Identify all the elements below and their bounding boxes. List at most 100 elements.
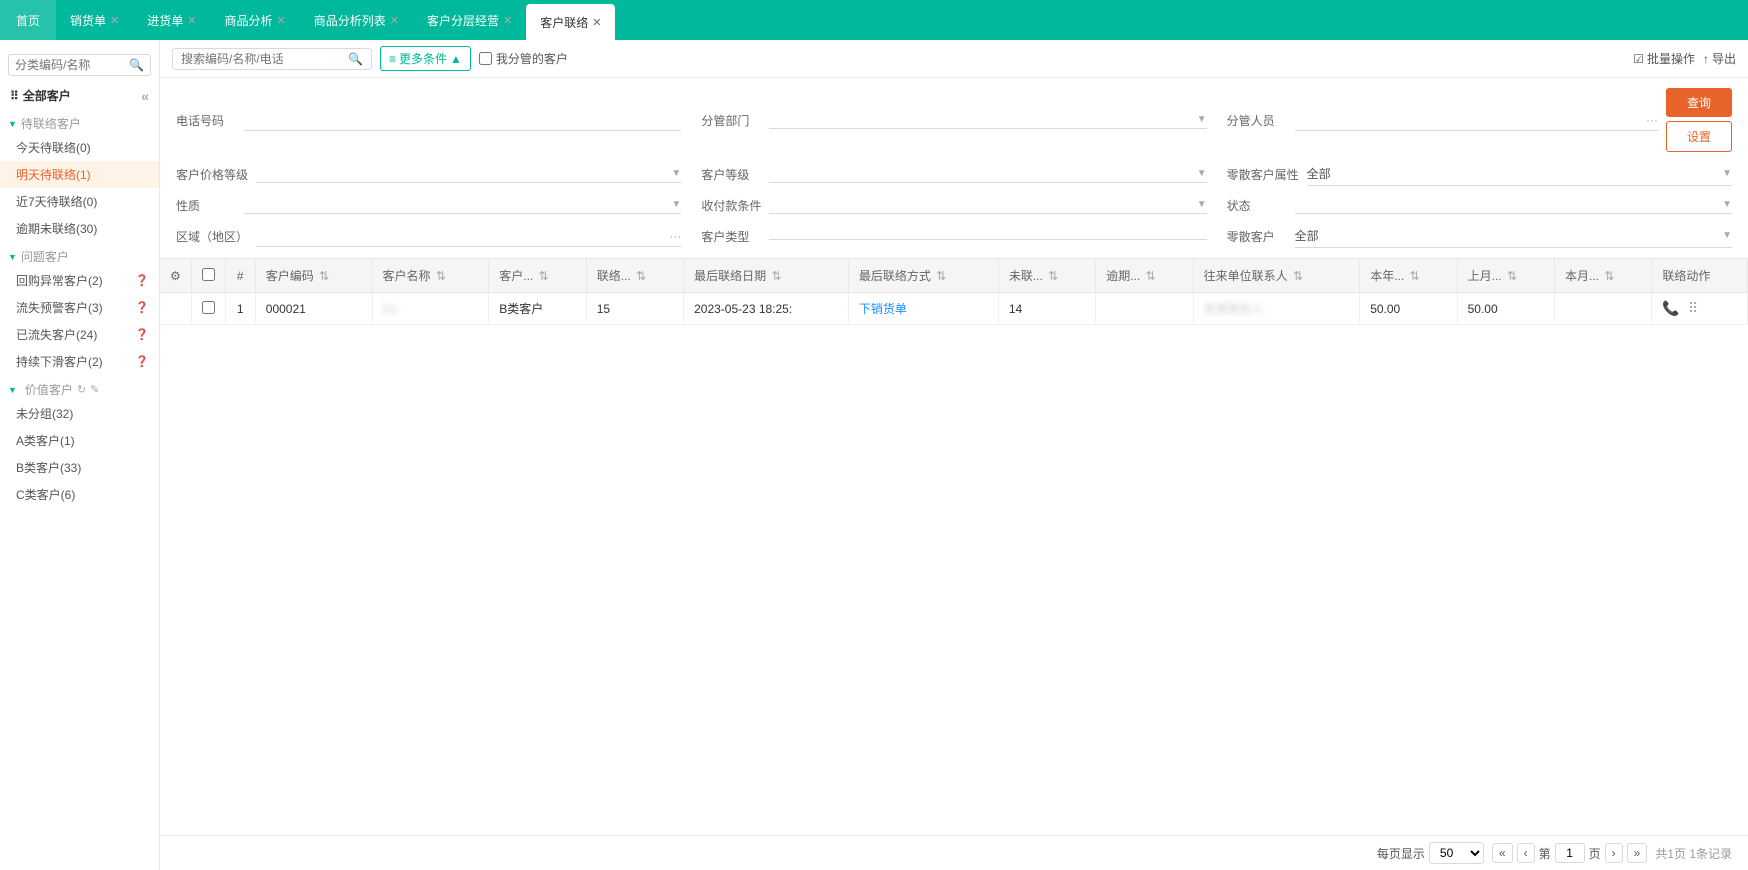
retail-caret-icon: ▼ [1722,230,1732,241]
sort-icon-unit[interactable]: ⇅ [1293,269,1303,283]
filter-customer-type-label: 客户类型 [701,228,761,245]
sidebar-item-b-class[interactable]: B类客户(33) [0,454,159,481]
sort-icon-name[interactable]: ⇅ [436,269,446,283]
nav-customer-contact-close[interactable]: ✕ [592,16,601,29]
nav-purchase[interactable]: 进货单 ✕ [133,0,210,40]
nav-sales-close[interactable]: ✕ [110,14,119,27]
filter-retail-attr-label: 零散客户属性 [1227,166,1299,183]
sidebar-item-a-class[interactable]: A类客户(1) [0,427,159,454]
filter-retail-attr-select[interactable]: 全部 ▼ [1307,162,1732,186]
my-customers-checkbox[interactable] [479,52,492,65]
prev-page-btn[interactable]: ‹ [1517,843,1535,863]
more-filter-btn[interactable]: ≡ 更多条件 ▲ [380,46,471,71]
nav-analysis-list-close[interactable]: ✕ [390,14,399,27]
page-input[interactable] [1555,843,1585,863]
my-customers-checkbox-label[interactable]: 我分管的客户 [479,50,568,67]
next-page-btn[interactable]: › [1605,843,1623,863]
filter-gender-select[interactable]: ▼ [244,196,681,214]
sort-icon-no-contact[interactable]: ⇅ [1048,269,1058,283]
last-page-btn[interactable]: » [1627,843,1648,863]
value-edit-icon[interactable]: ✎ [90,383,99,396]
sidebar-all-customers[interactable]: ⠿ 全部客户 « [0,82,159,109]
nav-analysis-list-label: 商品分析列表 [314,12,386,29]
filter-person-row: 分管人员 ··· 查询 设置 [1227,88,1732,152]
sidebar-item-declining[interactable]: 持续下滑客户(2) ❓ [0,348,159,375]
filter-dept-row: 分管部门 ▼ [701,88,1206,152]
filter-dept-select[interactable]: ▼ [769,111,1206,129]
sidebar-item-ungrouped[interactable]: 未分组(32) [0,400,159,427]
sidebar-item-churn-warning[interactable]: 流失预警客户(3) ❓ [0,294,159,321]
settings-icon[interactable]: ⚙ [170,269,181,283]
search-icon[interactable]: 🔍 [348,52,363,66]
first-page-btn[interactable]: « [1492,843,1513,863]
nav-purchase-close[interactable]: ✕ [187,14,196,27]
filter-area-select[interactable]: ··· [256,226,681,247]
batch-btn[interactable]: ☑ 批量操作 [1633,50,1695,67]
query-btn[interactable]: 查询 [1666,88,1732,117]
nav-analysis-close[interactable]: ✕ [277,14,286,27]
th-last-date: 最后联络日期 ⇅ [684,259,849,293]
nav-customer-contact[interactable]: 客户联络 ✕ [526,4,615,40]
filter-gender-row: 性质 ▼ [176,196,681,214]
select-all-checkbox[interactable] [202,268,215,281]
filter-price-select[interactable]: ▼ [256,165,681,183]
search-input[interactable] [181,52,348,66]
th-settings[interactable]: ⚙ [160,259,191,293]
sort-icon-contact[interactable]: ⇅ [636,269,646,283]
sidebar-group-problem[interactable]: 问题客户 [0,242,159,267]
sidebar-search-icon[interactable]: 🔍 [129,58,144,72]
per-page-select[interactable]: 50 100 200 [1429,842,1484,864]
sort-icon-code[interactable]: ⇅ [319,269,329,283]
sidebar-item-overdue[interactable]: 逾期未联络(30) [0,215,159,242]
sidebar-item-tomorrow[interactable]: 明天待联络(1) [0,161,159,188]
filter-customer-level-select[interactable]: ▼ [769,165,1206,183]
td-last-way[interactable]: 下销货单 [848,293,998,325]
filter-payment-select[interactable]: ▼ [769,196,1206,214]
sort-icon-type[interactable]: ⇅ [539,269,549,283]
sidebar-item-today[interactable]: 今天待联络(0) [0,134,159,161]
sort-icon-last-way[interactable]: ⇅ [936,269,946,283]
last-way-link[interactable]: 下销货单 [859,302,907,316]
sort-icon-overdue[interactable]: ⇅ [1146,269,1156,283]
filter-phone-input[interactable] [244,110,681,131]
export-btn[interactable]: ↑ 导出 [1703,50,1736,67]
filter-status-select[interactable]: ▼ [1295,196,1732,214]
filter-status-label: 状态 [1227,197,1287,214]
area-dots-icon[interactable]: ··· [669,229,681,243]
phone-action-icon[interactable]: 📞 [1662,300,1679,317]
filter-payment-row: 收付款条件 ▼ [701,196,1206,214]
nav-customer-segment[interactable]: 客户分层经营 ✕ [413,0,526,40]
td-checkbox[interactable] [191,293,225,325]
sidebar-collapse-btn[interactable]: « [141,88,149,104]
more-action-icon[interactable]: ⠿ [1688,300,1698,317]
sidebar-item-churned[interactable]: 已流失客户(24) ❓ [0,321,159,348]
nav-home[interactable]: 首页 [0,0,56,40]
sort-icon-last-date[interactable]: ⇅ [771,269,781,283]
sidebar-item-c-class[interactable]: C类客户(6) [0,481,159,508]
set-btn[interactable]: 设置 [1666,121,1732,152]
sort-icon-year[interactable]: ⇅ [1410,269,1420,283]
th-checkbox[interactable] [191,259,225,293]
nav-sales[interactable]: 销货单 ✕ [56,0,133,40]
search-box[interactable]: 🔍 [172,48,372,70]
filter-label: 更多条件 [399,50,447,67]
sort-icon-last-month[interactable]: ⇅ [1507,269,1517,283]
sidebar-item-abnormal[interactable]: 回购异常客户(2) ❓ [0,267,159,294]
value-refresh-icon[interactable]: ↻ [77,383,86,396]
nav-customer-segment-close[interactable]: ✕ [503,14,512,27]
sidebar-search-box[interactable]: 🔍 [8,54,151,76]
filter-person-label: 分管人员 [1227,112,1287,129]
row-checkbox[interactable] [202,301,215,314]
sidebar-search-input[interactable] [15,58,129,72]
nav-analysis-list[interactable]: 商品分析列表 ✕ [300,0,413,40]
sidebar-group-value[interactable]: 价值客户 ↻ ✎ [0,375,159,400]
filter-customer-type-select[interactable] [769,233,1206,240]
nav-analysis[interactable]: 商品分析 ✕ [210,0,299,40]
filter-person-select[interactable]: ··· [1295,110,1658,131]
sidebar-item-week[interactable]: 近7天待联络(0) [0,188,159,215]
sidebar-group-pending[interactable]: 待联络客户 [0,109,159,134]
person-dots-icon[interactable]: ··· [1646,113,1658,127]
filter-retail-customer-select[interactable]: 全部 ▼ [1295,224,1732,248]
action-icons: 📞 ⠿ [1662,300,1737,317]
sort-icon-this-month[interactable]: ⇅ [1604,269,1614,283]
